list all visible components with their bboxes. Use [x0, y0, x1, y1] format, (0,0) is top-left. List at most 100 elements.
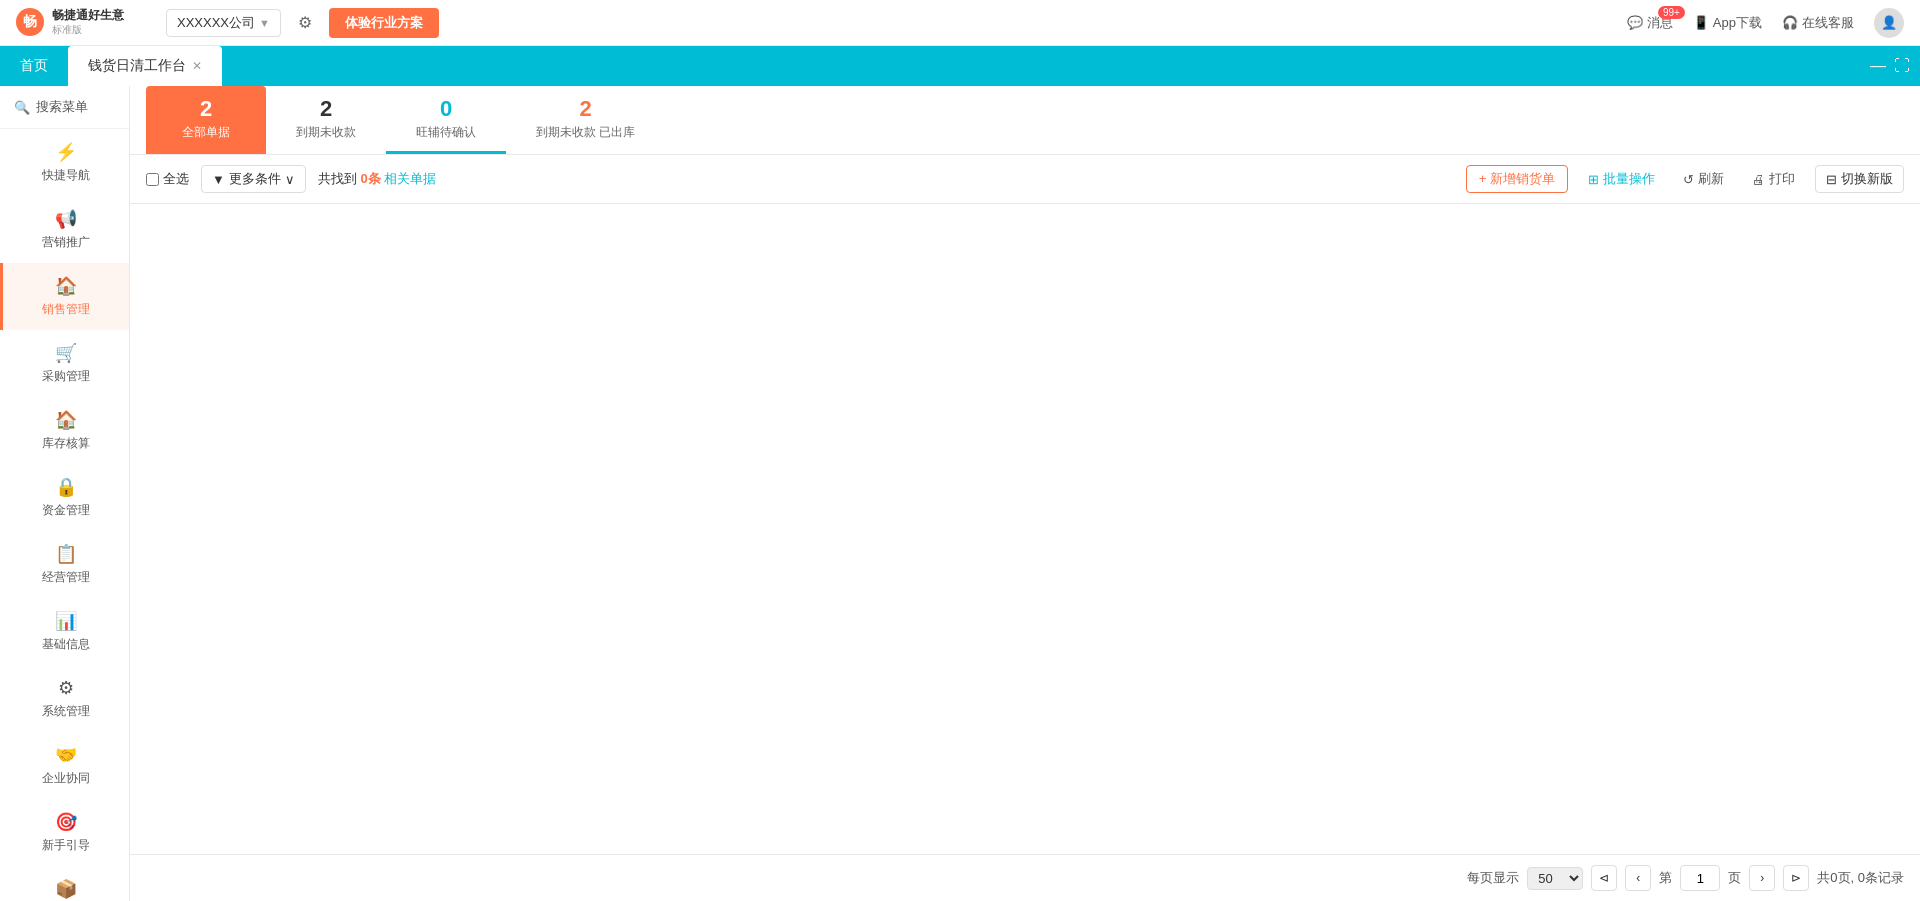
top-header: 畅 畅捷通好生意 标准版 XXXXXX公司 ▼ ⚙ 体验行业方案 💬 消息 99…	[0, 0, 1920, 46]
print-icon: 🖨	[1752, 172, 1765, 187]
found-count: 0条	[361, 171, 381, 186]
stats-label-wangfu: 旺辅待确认	[416, 124, 476, 141]
batch-operation-button[interactable]: ⊞ 批量操作	[1580, 166, 1663, 192]
sidebar-item-quick-nav[interactable]: ⚡ 快捷导航	[0, 129, 129, 196]
basic-info-icon: 📊	[55, 610, 77, 632]
page-prefix: 第	[1659, 869, 1672, 887]
sidebar-item-purchase[interactable]: 🛒 采购管理	[0, 330, 129, 397]
enterprise-icon: 🤝	[55, 744, 77, 766]
sales-icon: 🏠	[55, 275, 77, 297]
found-text: 共找到 0条 相关单据	[318, 170, 436, 188]
last-page-button[interactable]: ⊳	[1783, 865, 1809, 891]
trial-button[interactable]: 体验行业方案	[329, 8, 439, 38]
pagination: 每页显示 50 100 200 ⊲ ‹ 第 页 › ⊳ 共0页, 0条记录	[130, 854, 1920, 901]
tab-home-label: 首页	[20, 57, 48, 75]
search-menu-item[interactable]: 🔍 搜索菜单	[0, 86, 129, 129]
dropdown-arrow-icon: ▼	[259, 17, 270, 29]
related-link[interactable]: 相关单据	[384, 171, 436, 186]
stats-tab-shipped[interactable]: 2 到期未收款 已出库	[506, 86, 665, 154]
settings-button[interactable]: ⚙	[291, 9, 319, 37]
sidebar-item-apps[interactable]: 📦 应用中心	[0, 866, 129, 901]
sidebar-item-finance[interactable]: 🔒 资金管理	[0, 464, 129, 531]
main-layout: 🔍 搜索菜单 ⚡ 快捷导航 📢 营销推广 🏠 销售管理 🛒 采购管理 🏠 库存核…	[0, 86, 1920, 901]
stats-number-wangfu: 0	[440, 96, 452, 122]
new-order-button[interactable]: + 新增销货单	[1466, 165, 1568, 193]
switch-icon: ⊟	[1826, 172, 1837, 187]
app-download-button[interactable]: 📱 App下载	[1693, 14, 1762, 32]
company-selector[interactable]: XXXXXX公司 ▼	[166, 9, 281, 37]
print-button[interactable]: 🖨 打印	[1744, 166, 1803, 192]
batch-icon: ⊞	[1588, 172, 1599, 187]
sidebar-item-enterprise[interactable]: 🤝 企业协同	[0, 732, 129, 799]
sidebar-item-marketing[interactable]: 📢 营销推广	[0, 196, 129, 263]
per-page-select[interactable]: 50 100 200	[1527, 867, 1583, 890]
tab-bar: 首页 钱货日清工作台 ✕ — ⛶	[0, 46, 1920, 86]
select-all-input[interactable]	[146, 173, 159, 186]
operations-icon: 📋	[55, 543, 77, 565]
sidebar-item-label: 库存核算	[42, 435, 90, 452]
sidebar-item-label: 新手引导	[42, 837, 90, 854]
stats-number-overdue: 2	[320, 96, 332, 122]
toolbar-left: 全选 ▼ 更多条件 ∨ 共找到 0条 相关单据	[146, 165, 1454, 193]
next-page-button[interactable]: ›	[1749, 865, 1775, 891]
per-page-label: 每页显示	[1467, 869, 1519, 887]
stats-number-shipped: 2	[580, 96, 592, 122]
company-name: XXXXXX公司	[177, 14, 255, 32]
select-all-checkbox[interactable]: 全选	[146, 170, 189, 188]
online-service-button[interactable]: 🎧 在线客服	[1782, 14, 1854, 32]
table-area	[130, 204, 1920, 854]
stats-tabs: 2 全部单据 2 到期未收款 0 旺辅待确认 2 到期未收款 已出库	[130, 86, 1920, 155]
avatar[interactable]: 👤	[1874, 8, 1904, 38]
sidebar-item-system[interactable]: ⚙ 系统管理	[0, 665, 129, 732]
sidebar-item-guide[interactable]: 🎯 新手引导	[0, 799, 129, 866]
filter-button[interactable]: ▼ 更多条件 ∨	[201, 165, 306, 193]
service-icon: 🎧	[1782, 15, 1798, 30]
header-right: 💬 消息 99+ 📱 App下载 🎧 在线客服 👤	[1627, 8, 1904, 38]
sidebar-item-label: 资金管理	[42, 502, 90, 519]
tab-close-icon[interactable]: ✕	[192, 59, 202, 73]
tab-work-bench[interactable]: 钱货日清工作台 ✕	[68, 46, 222, 86]
system-icon: ⚙	[58, 677, 74, 699]
switch-version-button[interactable]: ⊟ 切换新版	[1815, 165, 1904, 193]
prev-page-button[interactable]: ‹	[1625, 865, 1651, 891]
first-page-button[interactable]: ⊲	[1591, 865, 1617, 891]
stats-label-overdue: 到期未收款	[296, 124, 356, 141]
sidebar-item-label: 采购管理	[42, 368, 90, 385]
finance-icon: 🔒	[55, 476, 77, 498]
tab-home[interactable]: 首页	[0, 46, 68, 86]
tab-minimize-icon[interactable]: —	[1870, 57, 1886, 75]
sidebar-item-inventory[interactable]: 🏠 库存核算	[0, 397, 129, 464]
refresh-button[interactable]: ↺ 刷新	[1675, 166, 1732, 192]
sidebar-item-operations[interactable]: 📋 经营管理	[0, 531, 129, 598]
app-icon: 📱	[1693, 15, 1709, 30]
message-button[interactable]: 💬 消息 99+	[1627, 14, 1673, 32]
marketing-icon: 📢	[55, 208, 77, 230]
guide-icon: 🎯	[55, 811, 77, 833]
stats-tab-overdue[interactable]: 2 到期未收款	[266, 86, 386, 154]
sidebar-item-label: 快捷导航	[42, 167, 90, 184]
stats-tab-all[interactable]: 2 全部单据	[146, 86, 266, 154]
page-number-input[interactable]	[1680, 865, 1720, 891]
tab-work-bench-label: 钱货日清工作台	[88, 57, 186, 75]
filter-chevron-icon: ∨	[285, 172, 295, 187]
search-menu-label: 搜索菜单	[36, 98, 88, 116]
message-icon: 💬	[1627, 15, 1643, 30]
tab-bar-right: — ⛶	[1870, 57, 1920, 75]
inventory-icon: 🏠	[55, 409, 77, 431]
logo-area: 畅 畅捷通好生意 标准版	[16, 8, 146, 36]
sidebar-item-basic-info[interactable]: 📊 基础信息	[0, 598, 129, 665]
filter-icon: ▼	[212, 172, 225, 187]
apps-icon: 📦	[55, 878, 77, 900]
sidebar-item-sales[interactable]: 🏠 销售管理	[0, 263, 129, 330]
stats-tab-wangfu[interactable]: 0 旺辅待确认	[386, 86, 506, 154]
page-suffix: 页	[1728, 869, 1741, 887]
total-info: 共0页, 0条记录	[1817, 869, 1904, 887]
sidebar-item-label: 营销推广	[42, 234, 90, 251]
sidebar-item-label: 企业协同	[42, 770, 90, 787]
tab-maximize-icon[interactable]: ⛶	[1894, 57, 1910, 75]
purchase-icon: 🛒	[55, 342, 77, 364]
filter-label: 更多条件	[229, 170, 281, 188]
quick-nav-icon: ⚡	[55, 141, 77, 163]
toolbar-right: + 新增销货单 ⊞ 批量操作 ↺ 刷新 🖨 打印 ⊟ 切换新版	[1466, 165, 1904, 193]
logo-icon: 畅	[16, 8, 44, 36]
